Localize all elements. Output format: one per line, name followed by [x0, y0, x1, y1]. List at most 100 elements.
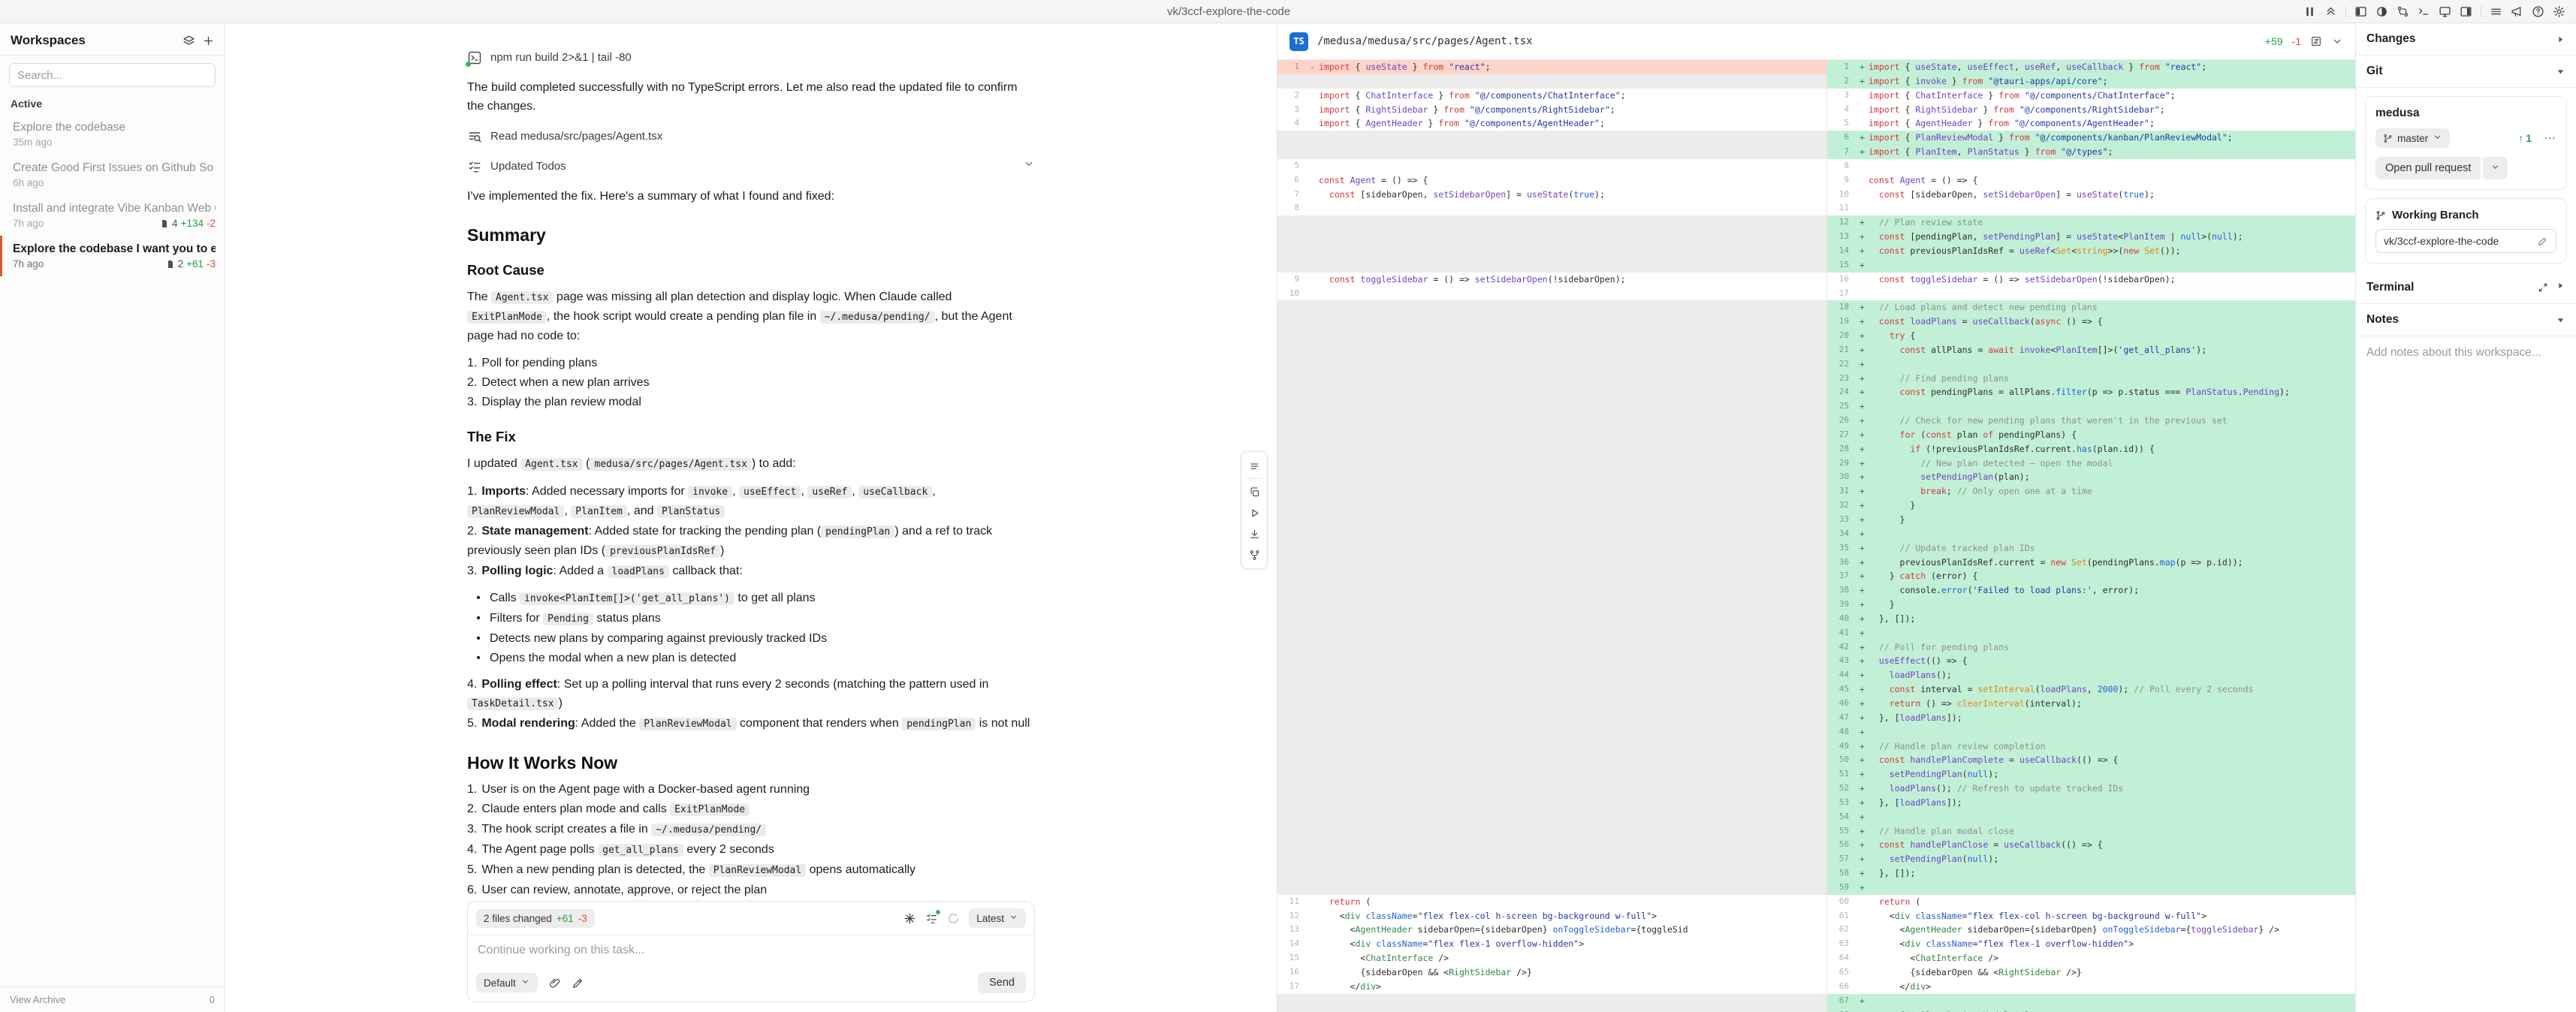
git-branch-icon	[2375, 210, 2386, 221]
tool-call-read[interactable]: Read medusa/src/pages/Agent.tsx	[467, 127, 1035, 146]
diff-spacer-row	[1277, 442, 1826, 456]
model-dropdown[interactable]: Default	[476, 973, 538, 992]
spark-icon[interactable]	[903, 912, 916, 925]
list-number: 5.	[467, 863, 477, 876]
workspace-item[interactable]: Install and integrate Vibe Kanban Web C7…	[0, 195, 225, 236]
todo-status-icon[interactable]	[925, 912, 938, 925]
diff-row: 5import { AgentHeader } from "@/componen…	[1827, 116, 2355, 131]
diff-sign	[1856, 201, 1869, 215]
diff-spacer-row	[1277, 654, 1826, 668]
attachment-icon[interactable]	[548, 977, 561, 989]
copy-icon[interactable]	[1244, 481, 1265, 502]
diff-sign: +	[1856, 244, 1869, 258]
list-item: •Opens the modal when a new plan is dete…	[467, 649, 1035, 667]
list-number: 2.	[467, 376, 477, 389]
code-text: const [pendingPlan, setPendingPlan] = us…	[1869, 230, 2355, 244]
diff-spacer-row	[1277, 315, 1826, 329]
version-dropdown[interactable]: Latest	[969, 908, 1026, 928]
workspace-item-stats: 4+134-2	[160, 218, 216, 229]
ordered-list: 1.User is on the Agent page with a Docke…	[467, 780, 1035, 902]
message-input[interactable]	[478, 944, 1024, 957]
diff-sign: +	[1856, 767, 1869, 782]
tool-call-terminal[interactable]: npm run build 2>&1 | tail -80	[467, 48, 1035, 67]
bullet-icon: •	[467, 649, 490, 667]
workspace-item[interactable]: Explore the codebase35m ago	[0, 114, 225, 155]
list-item-text: Filters for Pending status plans	[490, 609, 661, 628]
workspace-item-time: 7h ago	[13, 258, 44, 270]
code-text: const [sidebarOpen, setSidebarOpen] = us…	[1319, 188, 1826, 202]
code-text: }	[1869, 513, 2355, 527]
chevron-down-icon[interactable]	[2331, 35, 2343, 47]
list-item: 3.The hook script creates a file in ~/.m…	[467, 820, 1035, 839]
list-number: 3.	[467, 823, 477, 836]
layers-icon[interactable]	[182, 35, 195, 47]
display-icon[interactable]	[2439, 5, 2451, 18]
help-icon[interactable]	[2532, 5, 2544, 18]
panel-right-icon[interactable]	[2460, 5, 2472, 18]
collapse-all-icon[interactable]	[2324, 5, 2337, 18]
line-number: 51	[1827, 767, 1856, 782]
git-compare-icon[interactable]	[2397, 5, 2409, 18]
more-options-icon[interactable]: ⋯	[2544, 131, 2556, 146]
megaphone-icon[interactable]	[2511, 5, 2523, 18]
diff-row: 54+	[1827, 810, 2355, 824]
diff-view-icon[interactable]	[2310, 35, 2322, 47]
theme-contrast-icon[interactable]	[2375, 5, 2388, 18]
code-text	[1869, 201, 2355, 215]
terminal-icon[interactable]	[2418, 5, 2430, 18]
line-number: 8	[1277, 201, 1306, 215]
divider	[1246, 478, 1262, 479]
workspace-item[interactable]: Explore the codebase I want you to expl7…	[0, 236, 225, 276]
chevron-down-icon[interactable]	[1023, 157, 1035, 176]
git-section-header[interactable]: Git	[2356, 56, 2576, 88]
open-pr-button[interactable]: Open pull request	[2375, 157, 2481, 179]
diff-spacer-row	[1277, 456, 1826, 471]
diff-sign	[1856, 965, 1869, 980]
list-number: 1.	[467, 485, 477, 498]
diff-sign: +	[1856, 414, 1869, 428]
diff-spacer-row	[1277, 556, 1826, 570]
diff-sign: +	[1856, 230, 1869, 244]
file-icon	[166, 260, 175, 269]
diff-row: 25+	[1827, 399, 2355, 414]
files-changed-badge[interactable]: 2 files changed +61 -3	[476, 909, 595, 928]
diff-new-column: 1+import { useState, useEffect, useRef, …	[1827, 60, 2355, 1012]
send-button[interactable]: Send	[978, 972, 1026, 993]
search-input[interactable]	[9, 63, 216, 87]
pause-icon[interactable]	[2303, 5, 2316, 18]
branch-dropdown[interactable]: master	[2375, 128, 2450, 148]
terminal-section-header[interactable]: Terminal	[2356, 272, 2576, 304]
drag-handle-icon[interactable]	[1244, 455, 1265, 476]
panel-left-icon[interactable]	[2354, 5, 2367, 18]
tool-call-todos[interactable]: Updated Todos	[467, 157, 1035, 176]
settings-gear-icon[interactable]	[2553, 5, 2565, 18]
diff-spacer-row	[1277, 470, 1826, 484]
chat-scroll-area[interactable]: npm run build 2>&1 | tail -80The build c…	[225, 23, 1277, 902]
working-branch-field[interactable]: vk/3ccf-explore-the-code	[2375, 229, 2556, 253]
git-branch-icon	[2383, 134, 2393, 143]
pr-options-button[interactable]	[2483, 157, 2508, 179]
download-icon[interactable]	[1244, 523, 1265, 544]
git-fork-icon[interactable]	[1244, 544, 1265, 565]
notes-section-header[interactable]: Notes	[2356, 304, 2576, 336]
changes-section-header[interactable]: Changes	[2356, 23, 2576, 56]
code-text: <ChatInterface />	[1319, 951, 1826, 965]
diff-row: 27+ for (const plan of pendingPlans) {	[1827, 428, 2355, 442]
diff-sign: +	[1856, 60, 1869, 74]
workspace-item[interactable]: Create Good First Issues on Github So p6…	[0, 155, 225, 195]
diff-row: 11	[1827, 201, 2355, 215]
notes-placeholder[interactable]: Add notes about this workspace...	[2356, 336, 2576, 369]
inline-code: useCallback	[858, 486, 932, 498]
view-archive-link[interactable]: View Archive	[10, 994, 65, 1005]
add-workspace-button[interactable]	[202, 35, 215, 47]
caret-down-icon	[2556, 315, 2565, 325]
menu-icon[interactable]	[2490, 5, 2502, 18]
workspace-item-time: 6h ago	[13, 177, 44, 188]
line-number: 4	[1827, 103, 1856, 117]
pen-icon[interactable]	[572, 977, 584, 989]
code-text	[1869, 994, 2355, 1008]
diff-row: 45+ const interval = setInterval(loadPla…	[1827, 682, 2355, 697]
diff-sign: +	[1856, 513, 1869, 527]
expand-icon[interactable]	[2538, 282, 2548, 293]
play-icon[interactable]	[1244, 502, 1265, 523]
